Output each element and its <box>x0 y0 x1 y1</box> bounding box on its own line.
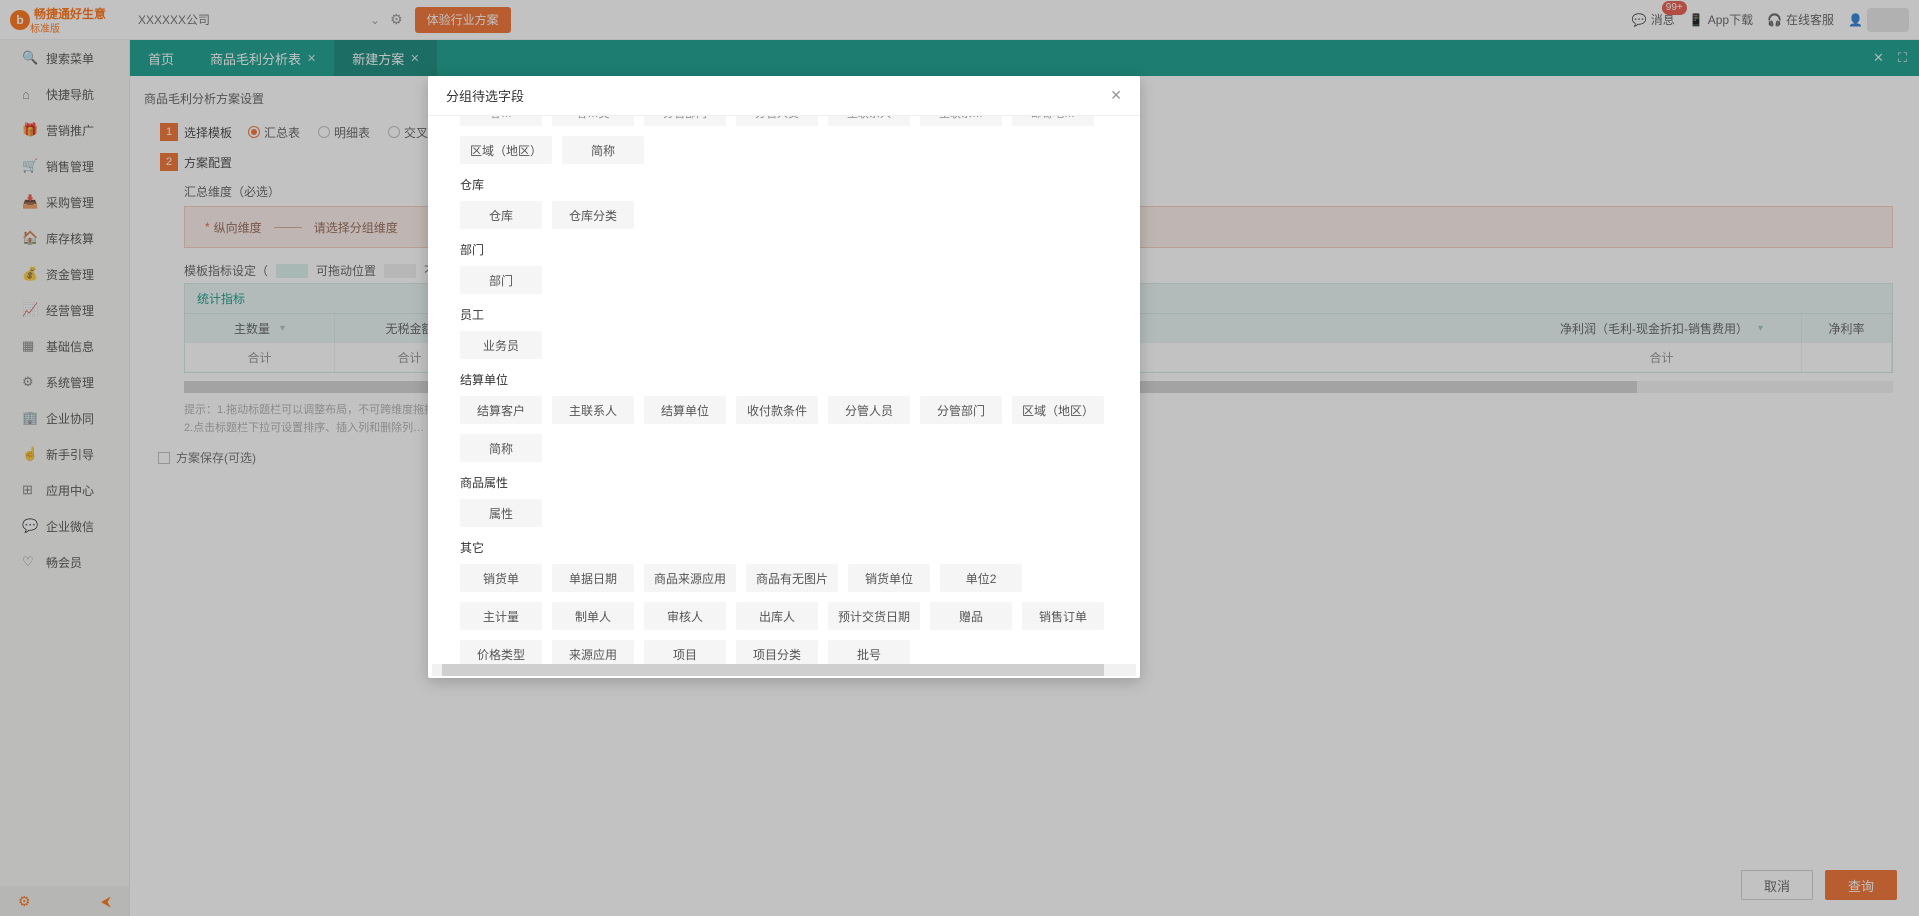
field-chip-group: 仓库仓库分类 <box>460 201 1108 229</box>
truncated-chip-row: 客… 客…类 分管部门 分管人员 主联系人 主联系… 邮寄地… <box>460 116 1108 126</box>
close-icon[interactable]: ✕ <box>1110 87 1122 104</box>
field-chip[interactable]: 制单人 <box>552 602 634 630</box>
field-chip[interactable]: 赠品 <box>930 602 1012 630</box>
field-chip-group: 业务员 <box>460 331 1108 359</box>
modal-body[interactable]: 客… 客…类 分管部门 分管人员 主联系人 主联系… 邮寄地… 区域（地区） 简… <box>428 116 1140 664</box>
field-chip[interactable]: 分管部门 <box>644 116 726 126</box>
modal-header: 分组待选字段 ✕ <box>428 76 1140 116</box>
field-chip[interactable]: 批号 <box>828 640 910 664</box>
field-chip[interactable]: 分管人员 <box>736 116 818 126</box>
field-chip[interactable]: 预计交货日期 <box>828 602 920 630</box>
field-chip[interactable]: 收付款条件 <box>736 396 818 424</box>
field-chip[interactable]: 结算客户 <box>460 396 542 424</box>
field-chip[interactable]: 部门 <box>460 266 542 294</box>
field-picker-modal: 分组待选字段 ✕ 客… 客…类 分管部门 分管人员 主联系人 主联系… 邮寄地…… <box>428 76 1140 678</box>
field-group-title: 结算单位 <box>460 371 1108 388</box>
field-group-title: 商品属性 <box>460 474 1108 491</box>
field-chip[interactable]: 仓库 <box>460 201 542 229</box>
modal-title: 分组待选字段 <box>446 86 524 105</box>
field-chip[interactable]: 项目分类 <box>736 640 818 664</box>
field-chip[interactable]: 主计量 <box>460 602 542 630</box>
field-chip-group: 结算客户主联系人结算单位收付款条件分管人员分管部门区域（地区） 简称 <box>460 396 1108 462</box>
field-chip[interactable]: 简称 <box>562 136 644 164</box>
field-group-title: 部门 <box>460 241 1108 258</box>
field-chip[interactable]: 属性 <box>460 499 542 527</box>
field-chip[interactable]: 单位2 <box>940 564 1022 592</box>
scroll-thumb[interactable] <box>442 664 1104 676</box>
field-chip[interactable]: 分管部门 <box>920 396 1002 424</box>
field-chip[interactable]: 客…类 <box>552 116 634 126</box>
field-chip[interactable]: 销货单位 <box>848 564 930 592</box>
field-chip[interactable]: 出库人 <box>736 602 818 630</box>
field-chip[interactable]: 销货单 <box>460 564 542 592</box>
field-chip[interactable]: 价格类型 <box>460 640 542 664</box>
modal-horizontal-scrollbar[interactable] <box>432 664 1136 676</box>
field-chip[interactable]: 项目 <box>644 640 726 664</box>
field-group-title: 其它 <box>460 539 1108 556</box>
field-chip-group: 销货单单据日期商品来源应用商品有无图片销货单位单位2 主计量制单人审核人出库人预计… <box>460 564 1108 664</box>
field-chip[interactable]: 销售订单 <box>1022 602 1104 630</box>
field-chip[interactable]: 商品来源应用 <box>644 564 736 592</box>
field-chip[interactable]: 分管人员 <box>828 396 910 424</box>
field-chip[interactable]: 主联系人 <box>828 116 910 126</box>
field-chip[interactable]: 主联系… <box>920 116 1002 126</box>
field-chip[interactable]: 邮寄地… <box>1012 116 1094 126</box>
field-chip-group: 属性 <box>460 499 1108 527</box>
field-chip-group: 部门 <box>460 266 1108 294</box>
field-chip[interactable]: 来源应用 <box>552 640 634 664</box>
field-chip[interactable]: 结算单位 <box>644 396 726 424</box>
field-chip[interactable]: 区域（地区） <box>460 136 552 164</box>
field-chip[interactable]: 区域（地区） <box>1012 396 1104 424</box>
field-chip[interactable]: 简称 <box>460 434 542 462</box>
field-chip[interactable]: 单据日期 <box>552 564 634 592</box>
field-group-title: 仓库 <box>460 176 1108 193</box>
field-group-title: 员工 <box>460 306 1108 323</box>
field-chip[interactable]: 主联系人 <box>552 396 634 424</box>
field-chip[interactable]: 审核人 <box>644 602 726 630</box>
field-chip[interactable]: 商品有无图片 <box>746 564 838 592</box>
field-chip[interactable]: 仓库分类 <box>552 201 634 229</box>
field-chip[interactable]: 客… <box>460 116 542 126</box>
field-chip[interactable]: 业务员 <box>460 331 542 359</box>
chip-row-2: 区域（地区） 简称 <box>460 136 1108 164</box>
